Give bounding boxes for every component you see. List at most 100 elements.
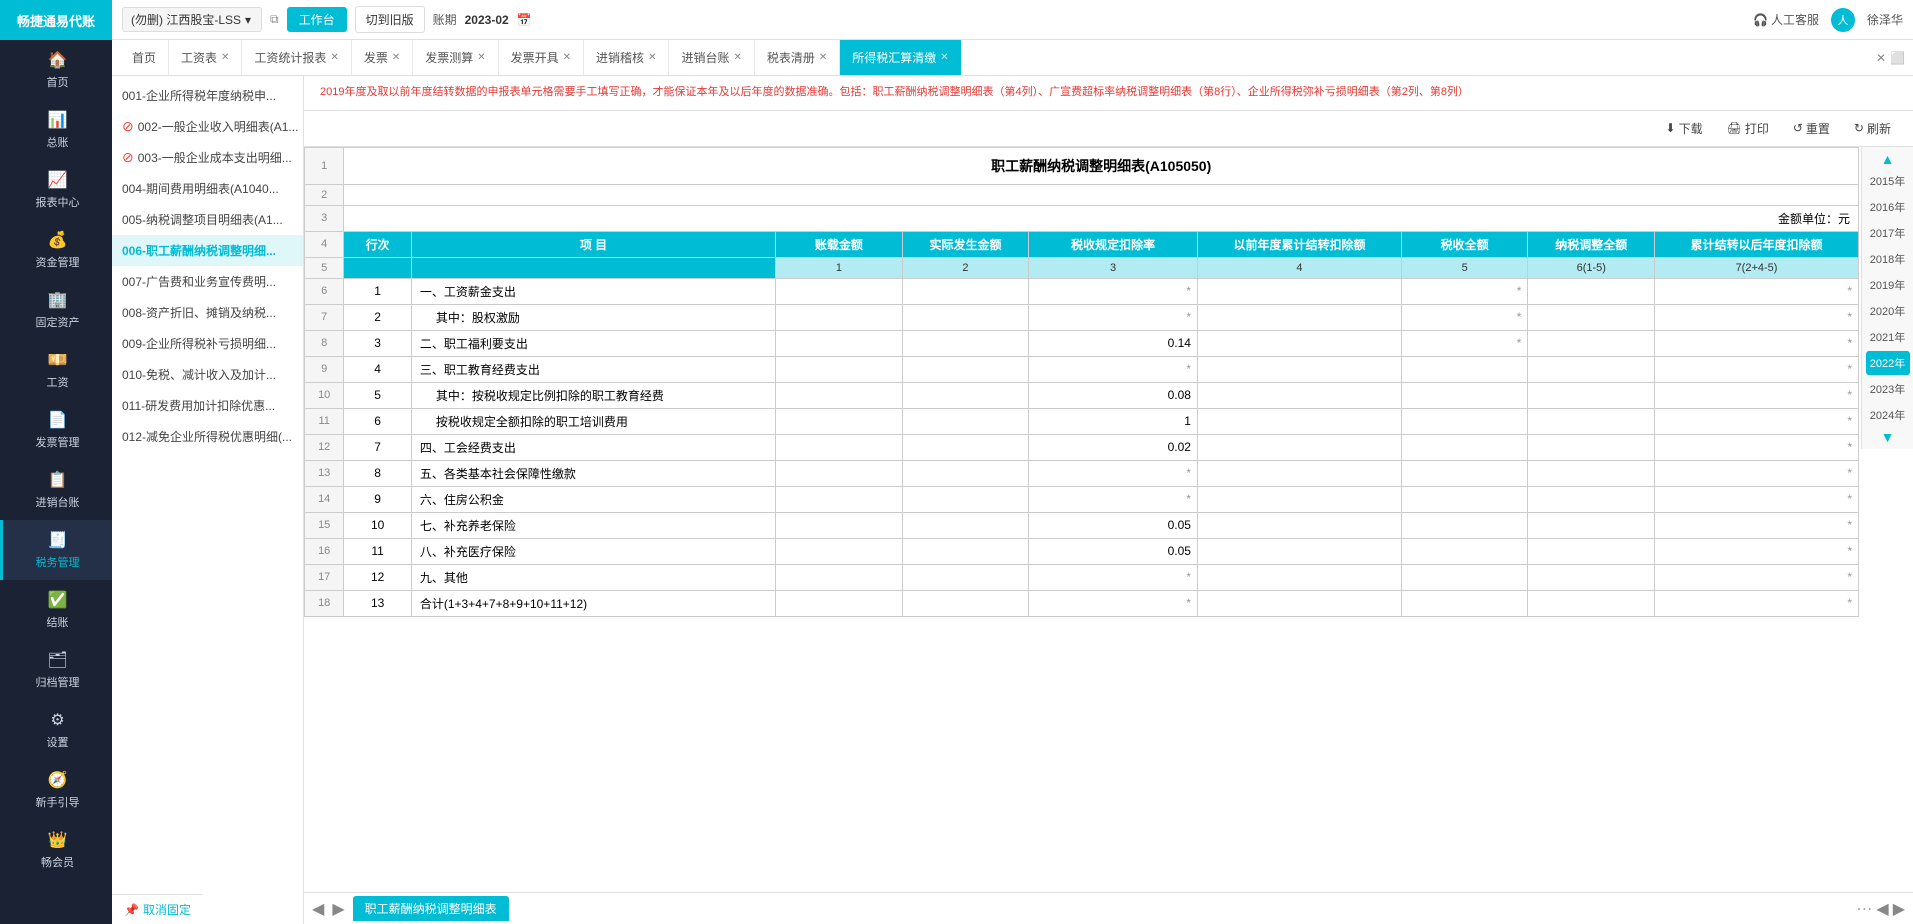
sidebar-item-invoice[interactable]: 📄 发票管理 — [0, 400, 112, 460]
cancel-fixed-button[interactable]: 📌 取消固定 — [112, 894, 203, 924]
cell-h[interactable] — [1528, 564, 1655, 590]
tab-purchase-ledger[interactable]: 进销台账 ✕ — [669, 40, 754, 76]
cell-c[interactable] — [776, 304, 903, 330]
scroll-left-icon[interactable]: ◀ — [312, 899, 324, 919]
calendar-icon[interactable]: 📅 — [517, 13, 532, 27]
nav-item-009[interactable]: 009-企业所得税补亏损明细... — [112, 328, 303, 359]
cell-f[interactable] — [1197, 278, 1401, 304]
cell-f[interactable] — [1197, 356, 1401, 382]
cell-d[interactable] — [902, 330, 1029, 356]
nav-item-011[interactable]: 011-研发费用加计扣除优惠... — [112, 390, 303, 421]
cell-c[interactable] — [776, 330, 903, 356]
refresh-button[interactable]: ↻ 刷新 — [1848, 117, 1897, 140]
cell-c[interactable] — [776, 382, 903, 408]
sidebar-item-vip[interactable]: 👑 畅会员 — [0, 820, 112, 880]
nav-item-010[interactable]: 010-免税、减计收入及加计... — [112, 359, 303, 390]
year-2018[interactable]: 2018年 — [1866, 247, 1910, 271]
cell-d[interactable] — [902, 538, 1029, 564]
sheet-tab[interactable]: 职工薪酬纳税调整明细表 — [353, 896, 509, 921]
sidebar-item-archive[interactable]: 🗂 归档管理 — [0, 640, 112, 700]
sidebar-item-funds[interactable]: 💰 资金管理 — [0, 220, 112, 280]
tab-close-icon[interactable]: ✕ — [733, 52, 741, 63]
workspace-button[interactable]: 工作台 — [287, 7, 347, 32]
tab-close-icon[interactable]: ✕ — [648, 52, 656, 63]
cell-c[interactable] — [776, 564, 903, 590]
cell-h[interactable] — [1528, 330, 1655, 356]
cell-f[interactable] — [1197, 564, 1401, 590]
year-2020[interactable]: 2020年 — [1866, 299, 1910, 323]
sidebar-item-report[interactable]: 📈 报表中心 — [0, 160, 112, 220]
cell-d[interactable] — [902, 304, 1029, 330]
sidebar-item-salary[interactable]: 💴 工资 — [0, 340, 112, 400]
scroll-h-left[interactable]: ◀ — [1876, 899, 1888, 919]
cell-f[interactable] — [1197, 486, 1401, 512]
year-2019[interactable]: 2019年 — [1866, 273, 1910, 297]
tabs-prev-icon[interactable]: ✕ — [1876, 51, 1886, 65]
cell-c[interactable] — [776, 512, 903, 538]
cell-h[interactable] — [1528, 278, 1655, 304]
company-selector[interactable]: (勿删) 江西股宝-LSS ▾ — [122, 7, 262, 32]
scroll-right-icon[interactable]: ▶ — [332, 899, 344, 919]
year-2022[interactable]: 2022年 — [1866, 351, 1910, 375]
cell-h[interactable] — [1528, 538, 1655, 564]
nav-item-003[interactable]: ⊘ 003-一般企业成本支出明细... — [112, 142, 303, 173]
tab-income-tax[interactable]: 所得税汇算清缴 ✕ — [840, 40, 961, 76]
nav-item-006[interactable]: 006-职工薪酬纳税调整明细... — [112, 235, 303, 266]
cell-c[interactable] — [776, 278, 903, 304]
cell-d[interactable] — [902, 512, 1029, 538]
sidebar-item-tax[interactable]: 🧾 税务管理 — [0, 520, 112, 580]
cell-f[interactable] — [1197, 434, 1401, 460]
year-nav-down[interactable]: ▼ — [1881, 429, 1895, 445]
cell-c[interactable] — [776, 434, 903, 460]
cell-d[interactable] — [902, 382, 1029, 408]
sidebar-item-sales[interactable]: 📋 进销台账 — [0, 460, 112, 520]
tab-invoice-issue[interactable]: 发票开具 ✕ — [499, 40, 584, 76]
tab-close-icon[interactable]: ✕ — [940, 52, 948, 63]
tabs-max-icon[interactable]: ⬜ — [1890, 51, 1905, 65]
more-icon[interactable]: ⋯ — [1856, 899, 1872, 919]
sidebar-item-assets[interactable]: 🏢 固定资产 — [0, 280, 112, 340]
cell-d[interactable] — [902, 356, 1029, 382]
support-link[interactable]: 🎧 人工客服 — [1753, 11, 1819, 28]
year-2015[interactable]: 2015年 — [1866, 169, 1910, 193]
cell-c[interactable] — [776, 408, 903, 434]
cell-c[interactable] — [776, 356, 903, 382]
sidebar-item-ledger[interactable]: 📊 总账 — [0, 100, 112, 160]
cell-h[interactable] — [1528, 486, 1655, 512]
tab-invoice-calc[interactable]: 发票测算 ✕ — [413, 40, 498, 76]
cell-h[interactable] — [1528, 304, 1655, 330]
cell-f[interactable] — [1197, 408, 1401, 434]
download-button[interactable]: ⬇ 下载 — [1660, 117, 1709, 140]
nav-item-002[interactable]: ⊘ 002-一般企业收入明细表(A1... — [112, 111, 303, 142]
cell-c[interactable] — [776, 590, 903, 616]
tab-close-icon[interactable]: ✕ — [330, 52, 338, 63]
nav-item-008[interactable]: 008-资产折旧、摊销及纳税... — [112, 297, 303, 328]
switch-button[interactable]: 切到旧版 — [355, 6, 425, 33]
cell-c[interactable] — [776, 538, 903, 564]
year-2016[interactable]: 2016年 — [1866, 195, 1910, 219]
cell-c[interactable] — [776, 486, 903, 512]
cell-h[interactable] — [1528, 382, 1655, 408]
cell-h[interactable] — [1528, 512, 1655, 538]
tab-purchase-check[interactable]: 进销稽核 ✕ — [584, 40, 669, 76]
cell-d[interactable] — [902, 434, 1029, 460]
tab-close-icon[interactable]: ✕ — [563, 52, 571, 63]
nav-item-012[interactable]: 012-减免企业所得税优惠明细(... — [112, 421, 303, 452]
cell-d[interactable] — [902, 408, 1029, 434]
nav-item-001[interactable]: 001-企业所得税年度纳税申... — [112, 80, 303, 111]
cell-f[interactable] — [1197, 304, 1401, 330]
tab-tax-list[interactable]: 税表清册 ✕ — [755, 40, 840, 76]
tab-close-icon[interactable]: ✕ — [392, 52, 400, 63]
cell-d[interactable] — [902, 564, 1029, 590]
cell-d[interactable] — [902, 486, 1029, 512]
cell-f[interactable] — [1197, 512, 1401, 538]
reset-button[interactable]: ↺ 重置 — [1787, 117, 1836, 140]
tab-salary-stat[interactable]: 工资统计报表 ✕ — [242, 40, 351, 76]
cell-d[interactable] — [902, 278, 1029, 304]
tab-invoice[interactable]: 发票 ✕ — [352, 40, 413, 76]
cell-f[interactable] — [1197, 538, 1401, 564]
cell-h[interactable] — [1528, 434, 1655, 460]
cell-h[interactable] — [1528, 590, 1655, 616]
tab-close-icon[interactable]: ✕ — [221, 52, 229, 63]
year-2023[interactable]: 2023年 — [1866, 377, 1910, 401]
